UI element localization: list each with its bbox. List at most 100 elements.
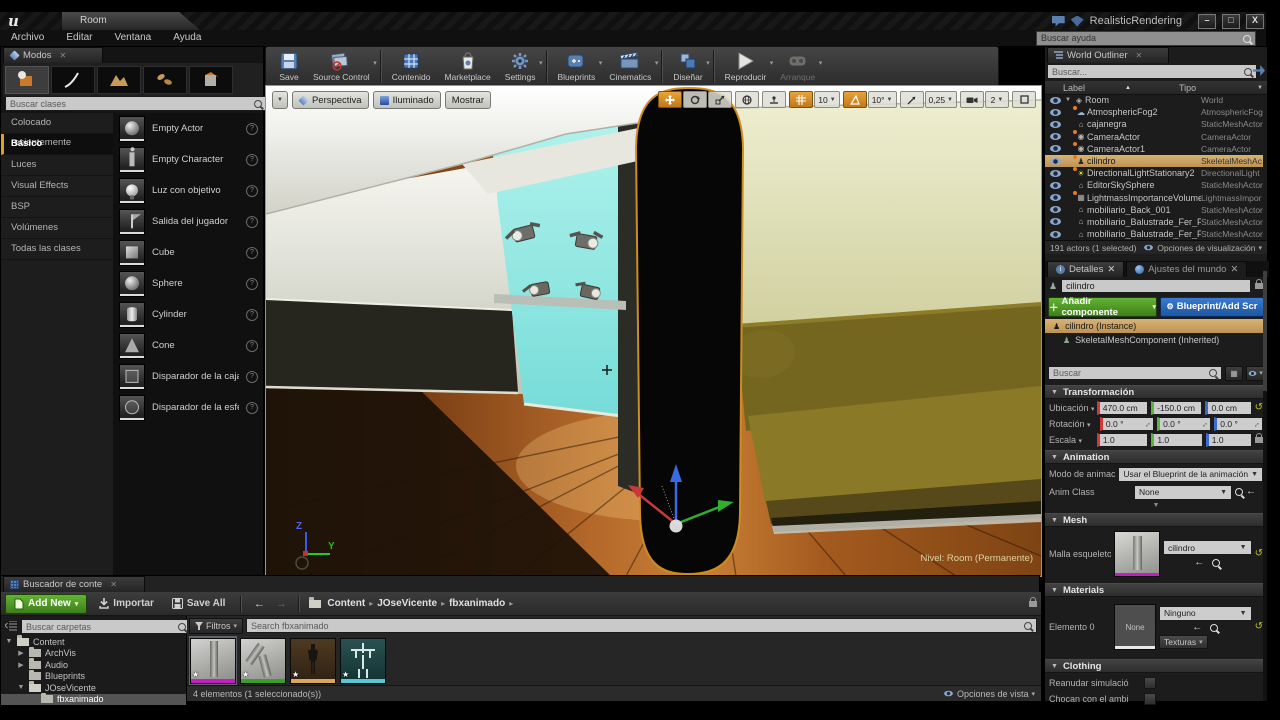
section-clothing[interactable]: ▼ Clothing [1045, 659, 1267, 673]
save-button[interactable]: Save [272, 47, 306, 86]
anim-class-dropdown[interactable]: None ▼ [1134, 484, 1232, 500]
section-animation[interactable]: ▼ Animation [1045, 450, 1267, 464]
category-luces[interactable]: Luces [1, 155, 113, 176]
bug-report-icon[interactable] [1070, 15, 1084, 27]
feedback-icon[interactable] [1051, 15, 1065, 27]
category-bsp[interactable]: BSP [1, 197, 113, 218]
menu-editar[interactable]: Editar [55, 30, 103, 46]
breadcrumb-fbxanimado[interactable]: fbxanimado [449, 598, 505, 609]
restore-button[interactable]: □ [1222, 13, 1240, 29]
scale-z-field[interactable]: 1.0 [1205, 433, 1253, 447]
outliner-row-cajanegra[interactable]: ⌂ cajanegra StaticMeshActor [1045, 118, 1263, 130]
show-flags-button[interactable]: Mostrar [444, 91, 491, 109]
outliner-row-directionallightstationary2[interactable]: ☀ DirectionalLightStationary2 DirectionalL… [1045, 166, 1263, 179]
outliner-row-cameraactor1[interactable]: ◉ CameraActor1 CameraActor [1045, 142, 1263, 155]
class-search-input[interactable]: Buscar clases [5, 96, 267, 111]
rotation-y-field[interactable]: 0.0 ° ↕ [1157, 417, 1212, 431]
lock-icon[interactable] [1255, 433, 1264, 443]
scroll-more-icon[interactable]: ▼ [1153, 502, 1160, 509]
forward-button[interactable]: → [273, 596, 289, 612]
lock-icon[interactable] [1255, 279, 1263, 289]
tab-world-settings[interactable]: Ajustes del mundo ✕ [1126, 261, 1248, 277]
level-tab[interactable]: Room [62, 12, 200, 30]
class-item-disparador-de-la-esfera[interactable]: Disparador de la esfera? [113, 392, 263, 423]
class-item-empty-character[interactable]: Empty Character? [113, 144, 263, 175]
collapse-tree-icon[interactable] [5, 621, 17, 631]
visibility-eye-icon[interactable] [1050, 169, 1061, 177]
section-transform[interactable]: ▼ Transformación [1045, 385, 1267, 399]
use-selected-icon[interactable]: ← [1246, 487, 1256, 497]
settings-button[interactable]: Settings ▾ [498, 47, 543, 86]
component-root[interactable]: ♟ cilindro (Instance) [1045, 319, 1267, 333]
expander-icon[interactable]: ▼ [5, 638, 13, 645]
lit-mode-button[interactable]: Iluminado [372, 91, 441, 109]
class-item-cone[interactable]: Cone? [113, 330, 263, 361]
maximize-viewport-button[interactable] [1012, 91, 1036, 108]
section-mesh[interactable]: ▼ Mesh [1045, 513, 1267, 527]
menu-ayuda[interactable]: Ayuda [162, 30, 212, 46]
launch-button[interactable]: Arranque ▾ [773, 47, 822, 86]
rotation-label[interactable]: Rotación ▾ [1049, 419, 1097, 429]
rotation-snap-value[interactable]: 10° ▼ [867, 91, 897, 108]
perspective-button[interactable]: Perspectiva [291, 91, 369, 109]
move-tool-button[interactable] [658, 91, 683, 108]
save-all-button[interactable]: Save All [166, 595, 232, 613]
outliner-row-mobiliario-back-001[interactable]: ⌂ mobiliario_Back_001 StaticMeshActor [1045, 204, 1263, 216]
chevron-down-icon[interactable]: ▾ [539, 59, 543, 67]
outliner-row-editorskysphere[interactable]: ⌂ EditorSkySphere StaticMeshActor [1045, 179, 1263, 191]
mode-foliage-button[interactable] [143, 66, 187, 94]
checkbox[interactable] [1144, 677, 1156, 689]
filters-button[interactable]: Filtros ▾ [189, 617, 244, 634]
location-label[interactable]: Ubicación ▾ [1049, 403, 1094, 413]
grid-snap-value[interactable]: 10 ▼ [814, 91, 840, 108]
import-button[interactable]: Importar [93, 595, 160, 613]
camera-speed-value[interactable]: 2 ▼ [985, 91, 1009, 108]
help-search-input[interactable]: Buscar ayuda [1036, 31, 1256, 46]
use-selected-icon[interactable]: ← [1192, 622, 1202, 633]
expander-icon[interactable]: ▼ [1065, 97, 1073, 103]
scale-y-field[interactable]: 1.0 [1151, 433, 1203, 447]
expander-icon[interactable]: ▶ [17, 649, 25, 657]
cinematics-button[interactable]: Cinematics ▾ [602, 47, 658, 86]
close-icon[interactable]: ✕ [60, 51, 67, 60]
location-z-field[interactable]: 0.0 cm [1205, 401, 1252, 415]
outliner-row-room[interactable]: ▼ ◈ Room World [1045, 94, 1263, 106]
add-component-button[interactable]: ＋ Añadir componente ▾ [1048, 296, 1158, 318]
outliner-search-input[interactable]: Buscar... [1047, 64, 1257, 79]
search-icon[interactable] [1235, 488, 1243, 496]
close-icon[interactable]: ✕ [110, 580, 117, 589]
details-search-input[interactable]: Buscar [1048, 366, 1222, 380]
surface-snap-button[interactable] [762, 91, 787, 108]
mode-place-button[interactable] [5, 66, 49, 94]
component-skeletalmesh[interactable]: ♟ SkeletalMeshComponent (Inherited) [1045, 333, 1267, 347]
class-item-cube[interactable]: Cube? [113, 237, 263, 268]
category-colocado-recientemente[interactable]: Colocado recientemente [1, 113, 113, 148]
breadcrumb-content[interactable]: Content [327, 598, 365, 609]
material-dropdown[interactable]: Ninguno ▼ [1159, 605, 1252, 621]
scale-snap-toggle[interactable] [899, 91, 924, 108]
column-tipo[interactable]: Tipo [1179, 83, 1196, 93]
content-browser-tab[interactable]: Buscador de conte ✕ [3, 576, 145, 592]
expander-icon[interactable]: ▶ [17, 661, 25, 669]
scale-tool-button[interactable] [708, 91, 733, 108]
location-y-field[interactable]: -150.0 cm [1151, 401, 1203, 415]
class-item-empty-actor[interactable]: Empty Actor? [113, 113, 263, 144]
world-local-toggle[interactable] [735, 91, 760, 108]
browse-icon[interactable] [1212, 559, 1221, 567]
browse-icon[interactable] [1210, 623, 1219, 632]
outliner-view-options[interactable]: Opciones de visualización ▾ [1143, 243, 1262, 253]
rotate-tool-button[interactable] [683, 91, 708, 108]
blueprints-button[interactable]: Blueprints ▾ [551, 47, 602, 86]
tab-details[interactable]: i Detalles ✕ [1047, 261, 1125, 277]
mode-geometry-button[interactable] [189, 66, 233, 94]
class-item-luz-con-objetivo[interactable]: Luz con objetivo? [113, 175, 263, 206]
folder-josevicente[interactable]: ▼ JOseVicente [1, 681, 186, 694]
folder-audio[interactable]: ▶ Audio [1, 658, 186, 671]
close-button[interactable]: X [1246, 13, 1264, 29]
display-filter-button[interactable]: ▾ [1246, 365, 1264, 381]
property-matrix-button[interactable]: ▦ [1225, 365, 1243, 381]
outliner-row-atmosphericfog2[interactable]: ☁ AtmosphericFog2 AtmosphericFog [1045, 105, 1263, 118]
visibility-eye-icon[interactable] [1050, 230, 1061, 238]
rotation-snap-toggle[interactable] [842, 91, 867, 108]
visibility-eye-icon[interactable] [1050, 108, 1061, 116]
